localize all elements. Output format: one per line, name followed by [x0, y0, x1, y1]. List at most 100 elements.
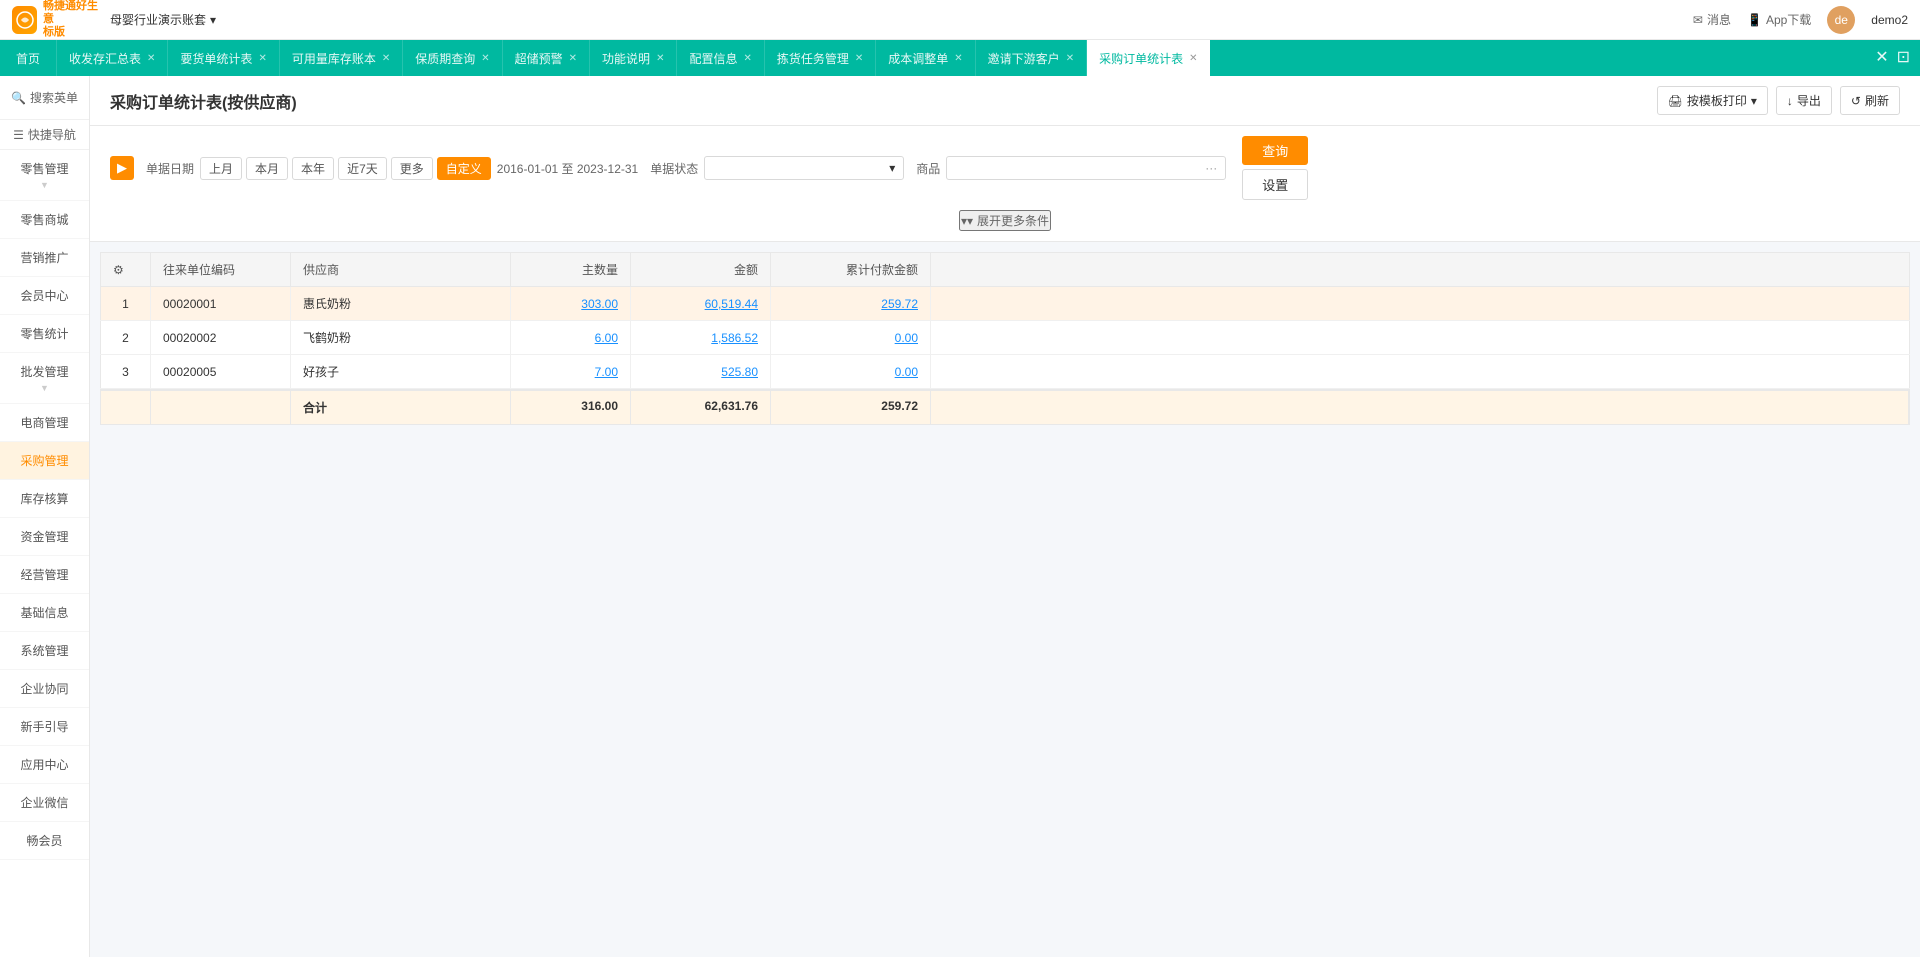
close-purchase-summary[interactable]: ✕: [1189, 53, 1197, 64]
finance-mgmt-label: 资金管理: [20, 528, 68, 545]
close-config-info[interactable]: ✕: [743, 53, 751, 64]
ecommerce-mgmt-label: 电商管理: [20, 414, 68, 431]
cell-qty[interactable]: 7.00: [511, 355, 631, 389]
retail-mall-label: 零售商城: [20, 211, 68, 228]
close-pick-task[interactable]: ✕: [855, 53, 863, 64]
export-btn[interactable]: ↓ 导出: [1776, 86, 1832, 115]
workspace-selector[interactable]: 母婴行业演示账套 ▾: [110, 11, 1685, 28]
tab-available-stock[interactable]: 可用量库存账本 ✕: [280, 40, 403, 76]
goods-input-dots: ···: [1205, 161, 1217, 175]
date-btn-7days[interactable]: 近7天: [338, 157, 387, 180]
sidebar-item-basic-info[interactable]: 基础信息: [0, 594, 89, 632]
filter-area: ▶ 单据日期 上月 本月 本年 近7天 更多 自定义 2016-01-01 至 …: [90, 126, 1920, 242]
close-overstock[interactable]: ✕: [569, 53, 577, 64]
cell-qty[interactable]: 303.00: [511, 287, 631, 321]
gear-icon[interactable]: ⚙: [113, 263, 124, 277]
date-btn-this-month[interactable]: 本月: [246, 157, 288, 180]
sidebar-item-retail-mgmt[interactable]: 零售管理 ▼: [0, 150, 89, 201]
cell-amount[interactable]: 525.80: [631, 355, 771, 389]
search-icon: 🔍: [11, 91, 26, 105]
close-available-stock[interactable]: ✕: [382, 53, 390, 64]
cell-supplier: 好孩子: [291, 355, 511, 389]
cell-amount[interactable]: 1,586.52: [631, 321, 771, 355]
print-label: 按模板打印: [1687, 92, 1747, 109]
close-goods-summary[interactable]: ✕: [258, 53, 266, 64]
refresh-btn[interactable]: ↺ 刷新: [1840, 86, 1900, 115]
user-avatar[interactable]: de: [1827, 6, 1855, 34]
close-cost-adjust[interactable]: ✕: [954, 53, 962, 64]
print-icon: 🖨: [1668, 94, 1683, 108]
sidebar-item-inventory-check[interactable]: 库存核算: [0, 480, 89, 518]
inventory-check-label: 库存核算: [20, 490, 68, 507]
close-all-tabs-btn[interactable]: ✕: [1875, 50, 1888, 66]
close-invite-downstream[interactable]: ✕: [1066, 53, 1074, 64]
app-download-btn[interactable]: 📱 App下载: [1747, 11, 1811, 28]
maximize-btn[interactable]: ⊡: [1897, 50, 1910, 66]
sidebar-item-operation-mgmt[interactable]: 经营管理: [0, 556, 89, 594]
marketing-label: 营销推广: [20, 249, 68, 266]
sidebar-item-app-center[interactable]: 应用中心: [0, 746, 89, 784]
date-btn-this-year[interactable]: 本年: [292, 157, 334, 180]
tab-pick-task[interactable]: 拣货任务管理 ✕: [765, 40, 876, 76]
close-shelf-life[interactable]: ✕: [481, 53, 489, 64]
quick-nav-btn[interactable]: ☰ 快捷导航: [0, 120, 89, 150]
sidebar-item-vip-member[interactable]: 畅会员: [0, 822, 89, 860]
message-btn[interactable]: ✉ 消息: [1693, 11, 1731, 28]
sidebar-item-ecommerce-mgmt[interactable]: 电商管理: [0, 404, 89, 442]
expand-btn-row: ▾▾ 展开更多条件: [110, 204, 1900, 231]
close-function-desc[interactable]: ✕: [656, 53, 664, 64]
sidebar-item-marketing[interactable]: 营销推广: [0, 239, 89, 277]
tab-cost-adjust[interactable]: 成本调整单 ✕: [876, 40, 975, 76]
cell-amount[interactable]: 60,519.44: [631, 287, 771, 321]
tab-goods-summary[interactable]: 要货单统计表 ✕: [168, 40, 279, 76]
tab-receive-summary[interactable]: 收发存汇总表 ✕: [57, 40, 168, 76]
filter-row-main: ▶ 单据日期 上月 本月 本年 近7天 更多 自定义 2016-01-01 至 …: [110, 136, 1900, 200]
cost-adjust-label: 成本调整单: [888, 50, 948, 67]
goods-input[interactable]: ···: [946, 156, 1226, 180]
tab-shelf-life[interactable]: 保质期查询 ✕: [403, 40, 502, 76]
date-btn-last-month[interactable]: 上月: [200, 157, 242, 180]
goods-summary-label: 要货单统计表: [180, 50, 252, 67]
print-btn[interactable]: 🖨 按模板打印 ▾: [1657, 86, 1768, 115]
search-menu-btn[interactable]: 🔍 搜索英单: [6, 84, 83, 111]
sidebar-item-purchase-mgmt[interactable]: 采购管理: [0, 442, 89, 480]
filter-date-item: 单据日期 上月 本月 本年 近7天 更多 自定义 2016-01-01 至 20…: [146, 157, 638, 180]
new-user-guide-label: 新手引导: [20, 718, 68, 735]
sidebar-item-finance-mgmt[interactable]: 资金管理: [0, 518, 89, 556]
cell-paid[interactable]: 259.72: [771, 287, 931, 321]
filter-settings-btn[interactable]: 设置: [1242, 169, 1308, 200]
filter-toggle-btn[interactable]: ▶: [110, 156, 134, 180]
tab-overstock[interactable]: 超储预警 ✕: [503, 40, 590, 76]
print-dropdown-icon: ▾: [1751, 94, 1757, 108]
close-receive-summary[interactable]: ✕: [147, 53, 155, 64]
sidebar-item-enterprise-wechat[interactable]: 企业微信: [0, 784, 89, 822]
sidebar-item-system-mgmt[interactable]: 系统管理: [0, 632, 89, 670]
vip-member-label: 畅会员: [26, 832, 62, 849]
filter-status-item: 单据状态 ▾: [650, 156, 904, 180]
sidebar-item-wholesale-mgmt[interactable]: 批发管理 ▼: [0, 353, 89, 404]
tab-function-desc[interactable]: 功能说明 ✕: [590, 40, 677, 76]
chevron-right-icon: ▼: [40, 180, 49, 190]
sidebar-item-retail-stats[interactable]: 零售统计: [0, 315, 89, 353]
tab-invite-downstream[interactable]: 邀请下游客户 ✕: [976, 40, 1087, 76]
query-btn[interactable]: 查询: [1242, 136, 1308, 165]
sidebar-item-member-center[interactable]: 会员中心: [0, 277, 89, 315]
tab-purchase-summary[interactable]: 采购订单统计表 ✕: [1087, 40, 1210, 76]
cell-paid[interactable]: 0.00: [771, 355, 931, 389]
sidebar-item-new-user-guide[interactable]: 新手引导: [0, 708, 89, 746]
cell-qty[interactable]: 6.00: [511, 321, 631, 355]
tab-config-info[interactable]: 配置信息 ✕: [677, 40, 764, 76]
cell-paid[interactable]: 0.00: [771, 321, 931, 355]
sidebar-item-retail-mall[interactable]: 零售商城: [0, 201, 89, 239]
status-select[interactable]: ▾: [704, 156, 904, 180]
expand-more-btn[interactable]: ▾▾ 展开更多条件: [959, 210, 1051, 231]
sidebar-item-enterprise-collab[interactable]: 企业协同: [0, 670, 89, 708]
date-btn-more[interactable]: 更多: [391, 157, 433, 180]
date-btn-custom[interactable]: 自定义: [437, 157, 491, 180]
message-label: 消息: [1707, 11, 1731, 28]
config-info-label: 配置信息: [689, 50, 737, 67]
th-paid: 累计付款金额: [771, 253, 931, 287]
operation-mgmt-label: 经营管理: [20, 566, 68, 583]
quick-nav-icon: ☰: [13, 128, 24, 142]
tab-home[interactable]: 首页: [0, 40, 57, 76]
